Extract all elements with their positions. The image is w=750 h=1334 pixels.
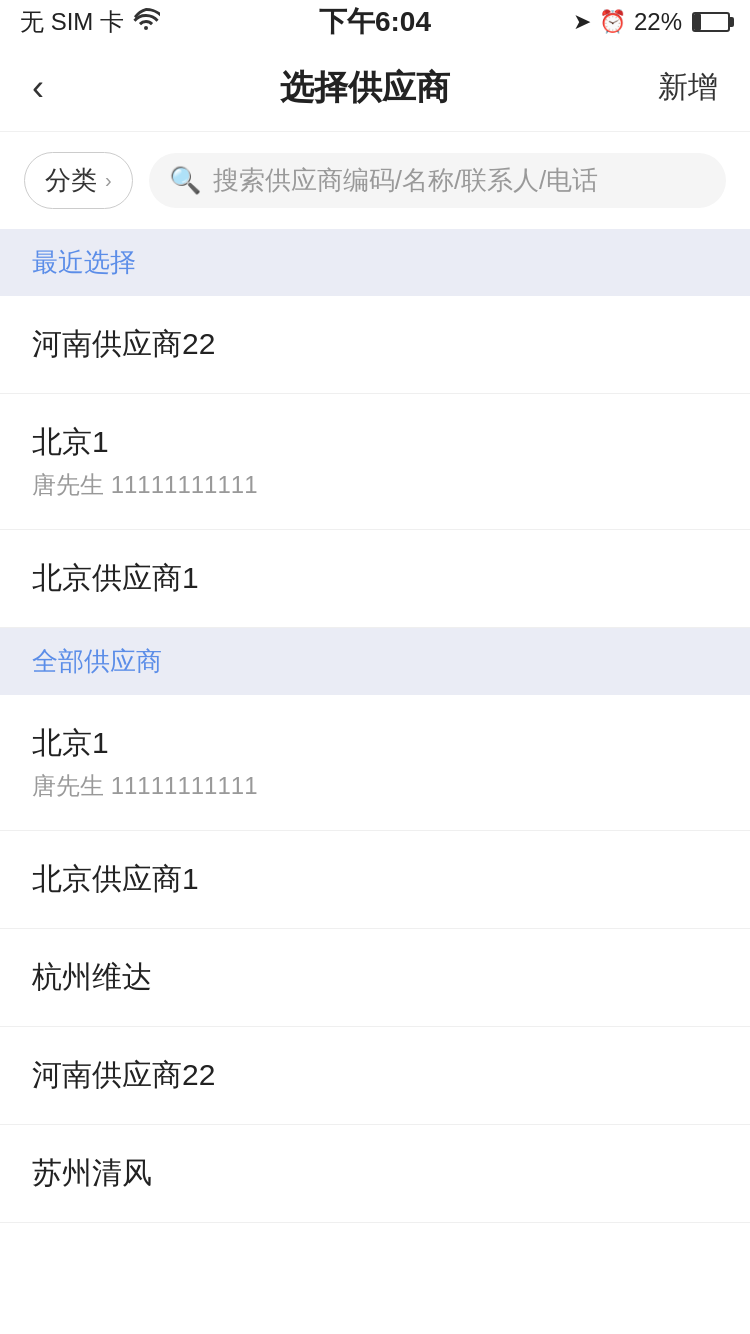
all-suppliers-list: 北京1 唐先生 11111111111 北京供应商1 杭州维达 河南供应商22 … [0,695,750,1223]
page-title: 选择供应商 [280,65,450,111]
battery-icon [692,12,730,32]
item-name: 杭州维达 [32,957,718,998]
add-button[interactable]: 新增 [638,67,718,108]
category-label: 分类 [45,163,97,198]
item-name: 河南供应商22 [32,324,718,365]
sim-label: 无 SIM 卡 [20,6,124,38]
item-sub: 唐先生 11111111111 [32,770,718,802]
status-time: 下午6:04 [319,3,431,41]
recent-header-label: 最近选择 [32,247,136,277]
list-item[interactable]: 北京供应商1 [0,831,750,929]
nav-bar: ‹ 选择供应商 新增 [0,44,750,132]
search-box[interactable]: 🔍 搜索供应商编码/名称/联系人/电话 [149,153,726,208]
item-name: 北京1 [32,723,718,764]
filter-bar: 分类 › 🔍 搜索供应商编码/名称/联系人/电话 [0,132,750,229]
recent-list: 河南供应商22 北京1 唐先生 11111111111 北京供应商1 [0,296,750,628]
item-sub: 唐先生 11111111111 [32,469,718,501]
recent-section-header: 最近选择 [0,229,750,296]
location-icon: ➤ [573,9,591,35]
item-name: 北京供应商1 [32,558,718,599]
item-name: 北京1 [32,422,718,463]
list-item[interactable]: 河南供应商22 [0,296,750,394]
status-right: ➤ ⏰ 22% [573,8,730,36]
chevron-right-icon: › [105,169,112,192]
list-item[interactable]: 苏州清风 [0,1125,750,1223]
all-header-label: 全部供应商 [32,646,162,676]
list-item[interactable]: 北京1 唐先生 11111111111 [0,394,750,530]
back-button[interactable]: ‹ [32,67,92,109]
list-item[interactable]: 北京供应商1 [0,530,750,628]
list-item[interactable]: 杭州维达 [0,929,750,1027]
search-icon: 🔍 [169,165,201,196]
alarm-icon: ⏰ [599,9,626,35]
list-item[interactable]: 河南供应商22 [0,1027,750,1125]
list-item[interactable]: 北京1 唐先生 11111111111 [0,695,750,831]
item-name: 苏州清风 [32,1153,718,1194]
battery-label: 22% [634,8,682,36]
wifi-icon [132,8,160,36]
category-button[interactable]: 分类 › [24,152,133,209]
item-name: 北京供应商1 [32,859,718,900]
item-name: 河南供应商22 [32,1055,718,1096]
status-bar: 无 SIM 卡 下午6:04 ➤ ⏰ 22% [0,0,750,44]
all-section-header: 全部供应商 [0,628,750,695]
status-left: 无 SIM 卡 [20,6,160,38]
search-placeholder: 搜索供应商编码/名称/联系人/电话 [213,163,599,198]
